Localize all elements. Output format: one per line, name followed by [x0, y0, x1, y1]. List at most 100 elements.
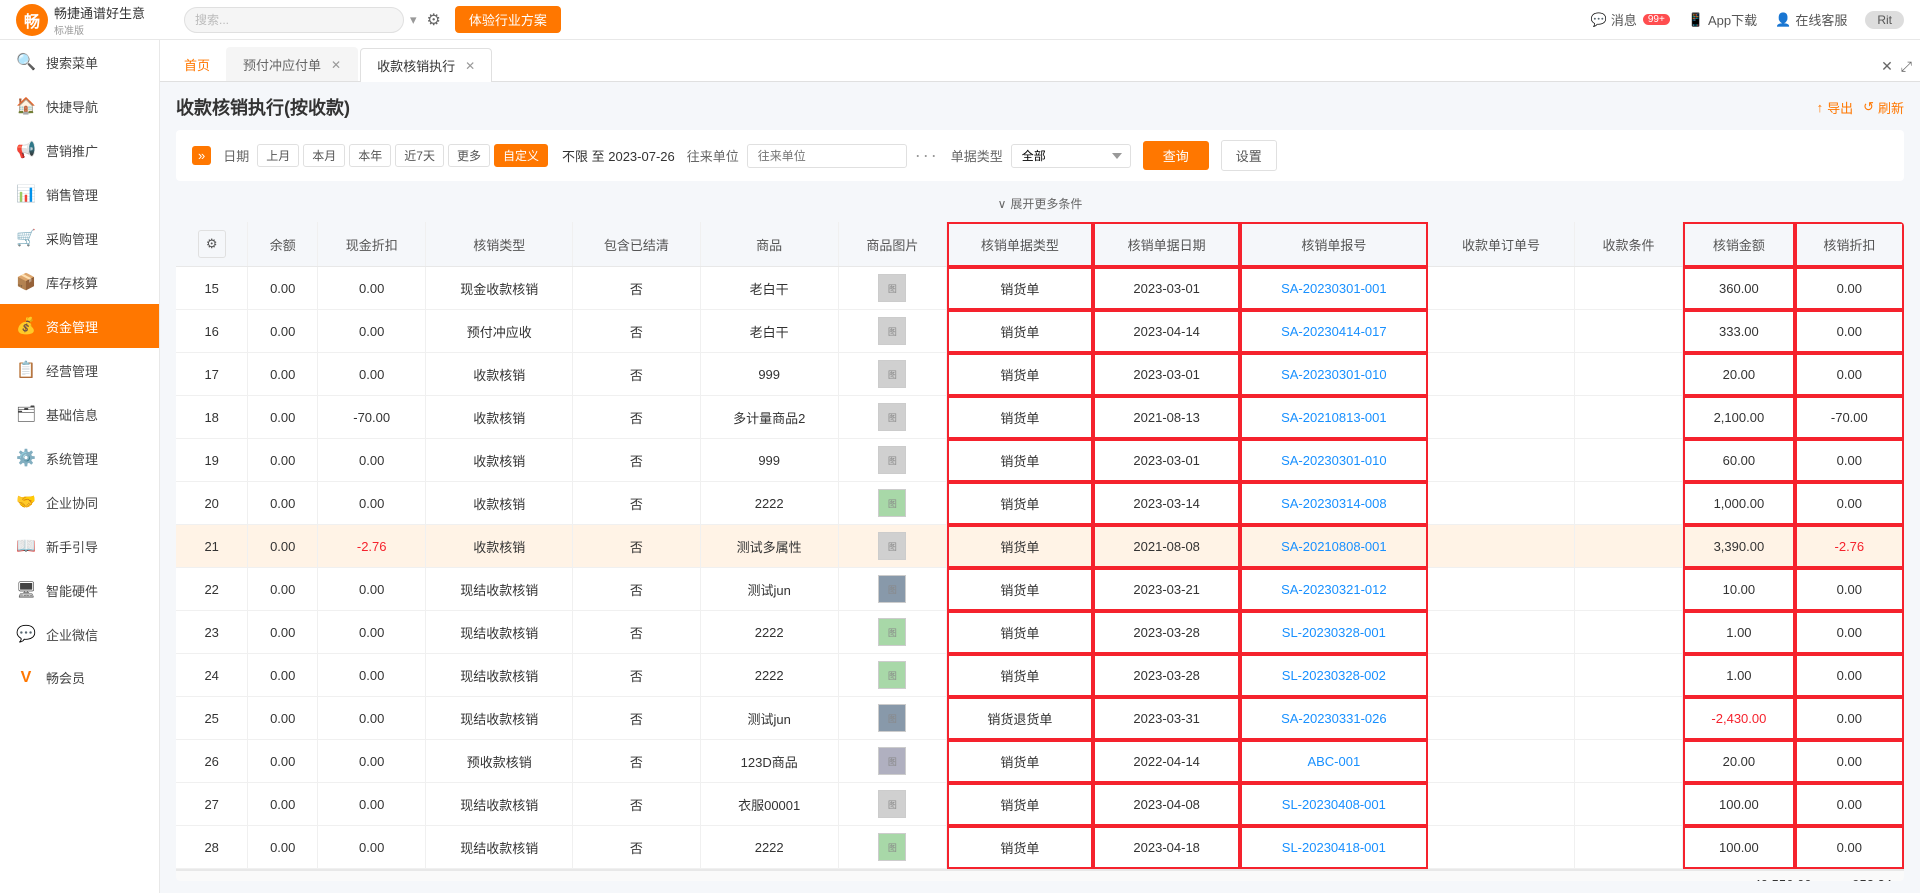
- cell-bill-date: 2023-03-28: [1093, 611, 1240, 654]
- tab-home[interactable]: 首页: [168, 47, 226, 81]
- settings-icon[interactable]: ⚙: [427, 10, 441, 30]
- sidebar-item-basic[interactable]: 🗂 基础信息: [0, 392, 159, 436]
- logo-icon: 畅: [16, 4, 48, 36]
- sidebar-item-purchase-label: 采购管理: [46, 229, 98, 248]
- cell-writeoff-type: 现结收款核销: [426, 783, 573, 826]
- bill-no-link[interactable]: SA-20230301-001: [1281, 281, 1387, 296]
- cell-included: 否: [573, 568, 701, 611]
- table-row: 15 0.00 0.00 现金收款核销 否 老白干 图 销货单 2023-03-…: [176, 267, 1904, 310]
- dropdown-arrow-icon[interactable]: ▾: [410, 12, 417, 28]
- cell-cash-discount: -2.76: [318, 525, 426, 568]
- sidebar-item-guide[interactable]: 📖 新手引导: [0, 524, 159, 568]
- close-window-icon[interactable]: ✕: [1881, 58, 1893, 75]
- filter-expand-icon[interactable]: »: [192, 146, 211, 165]
- bill-no-link[interactable]: SL-20230328-002: [1282, 668, 1386, 683]
- tab-writeoff-close-icon[interactable]: ✕: [465, 59, 475, 73]
- cell-cash-discount: 0.00: [318, 826, 426, 869]
- cell-goods-img: 图: [838, 439, 946, 482]
- tab-prepay-close-icon[interactable]: ✕: [331, 58, 341, 72]
- cell-id: 28: [176, 826, 248, 869]
- app-download-button[interactable]: 📱 App下载: [1688, 10, 1757, 29]
- sidebar-item-inventory[interactable]: 📦 库存核算: [0, 260, 159, 304]
- date-btn-this-month[interactable]: 本月: [303, 144, 345, 167]
- bill-no-link[interactable]: SL-20230408-001: [1282, 797, 1386, 812]
- cell-goods: 2222: [700, 654, 838, 697]
- cell-id: 20: [176, 482, 248, 525]
- set-button[interactable]: 设置: [1221, 140, 1277, 171]
- maximize-icon[interactable]: ⤢: [1901, 58, 1912, 75]
- cell-receipt-order: [1428, 697, 1575, 740]
- cell-id: 18: [176, 396, 248, 439]
- bill-no-link[interactable]: SA-20230331-026: [1281, 711, 1387, 726]
- sidebar-item-member[interactable]: V 畅会员: [0, 656, 159, 699]
- cell-included: 否: [573, 654, 701, 697]
- bill-no-link[interactable]: SA-20230314-008: [1281, 496, 1387, 511]
- sidebar-item-nav[interactable]: 🏠 快捷导航: [0, 84, 159, 128]
- sidebar-item-sales[interactable]: 📊 销售管理: [0, 172, 159, 216]
- sidebar-item-marketing[interactable]: 📢 营销推广: [0, 128, 159, 172]
- tab-prepay[interactable]: 预付冲应付单 ✕: [226, 47, 358, 81]
- online-service-button[interactable]: 👤 在线客服: [1775, 10, 1847, 29]
- export-button[interactable]: ↑ 导出: [1817, 98, 1854, 117]
- cell-included: 否: [573, 740, 701, 783]
- app-icon: 📱: [1688, 12, 1704, 28]
- expand-more-bar[interactable]: ∨ 展开更多条件: [176, 191, 1904, 216]
- cell-bill-type: 销货单: [947, 611, 1094, 654]
- sidebar-item-hardware[interactable]: 🖥 智能硬件: [0, 568, 159, 612]
- cell-goods: 老白干: [700, 267, 838, 310]
- bill-no-link[interactable]: SA-20210813-001: [1281, 410, 1387, 425]
- bill-no-link[interactable]: ABC-001: [1307, 754, 1360, 769]
- top-search-bar[interactable]: 搜索...: [184, 7, 404, 33]
- inventory-icon: 📦: [16, 272, 36, 292]
- sidebar-item-collab[interactable]: 🤝 企业协同: [0, 480, 159, 524]
- refresh-button[interactable]: ↺ 刷新: [1863, 98, 1904, 117]
- search-icon: 🔍: [16, 52, 36, 72]
- col-header-bill-no: 核销单报号: [1240, 222, 1428, 267]
- sidebar-item-system[interactable]: ⚙️ 系统管理: [0, 436, 159, 480]
- sidebar-item-wechat[interactable]: 💬 企业微信: [0, 612, 159, 656]
- bill-no-link[interactable]: SA-20230414-017: [1281, 324, 1387, 339]
- cell-bill-date: 2021-08-13: [1093, 396, 1240, 439]
- bill-no-link[interactable]: SL-20230418-001: [1282, 840, 1386, 855]
- finance-icon: 💰: [16, 316, 36, 336]
- unit-input[interactable]: [747, 144, 907, 168]
- query-button[interactable]: 查询: [1143, 141, 1209, 170]
- bill-type-select[interactable]: 全部 销货单 销货退货单: [1011, 144, 1131, 168]
- cell-writeoff-amount: 20.00: [1683, 740, 1796, 783]
- bill-no-link[interactable]: SA-20230321-012: [1281, 582, 1387, 597]
- col-header-writeoff-type: 核销类型: [426, 222, 573, 267]
- cell-balance: 0.00: [248, 654, 318, 697]
- cell-writeoff-type: 预付冲应收: [426, 310, 573, 353]
- cell-writeoff-discount: -70.00: [1795, 396, 1903, 439]
- date-btn-more[interactable]: 更多: [448, 144, 490, 167]
- solution-button[interactable]: 体验行业方案: [455, 6, 561, 33]
- operations-icon: 📋: [16, 360, 36, 380]
- date-btn-custom[interactable]: 自定义: [494, 144, 548, 167]
- cell-bill-type: 销货单: [947, 353, 1094, 396]
- cell-balance: 0.00: [248, 267, 318, 310]
- col-header-writeoff-amount: 核销金额: [1683, 222, 1796, 267]
- bill-no-link[interactable]: SA-20230301-010: [1281, 367, 1387, 382]
- tab-writeoff[interactable]: 收款核销执行 ✕: [360, 48, 492, 82]
- bill-no-link[interactable]: SL-20230328-001: [1282, 625, 1386, 640]
- bill-no-link[interactable]: SA-20210808-001: [1281, 539, 1387, 554]
- date-btn-7days[interactable]: 近7天: [395, 144, 444, 167]
- date-btn-last-month[interactable]: 上月: [257, 144, 299, 167]
- date-btn-this-year[interactable]: 本年: [349, 144, 391, 167]
- cell-goods: 多计量商品2: [700, 396, 838, 439]
- message-button[interactable]: 💬 消息 99+: [1591, 10, 1670, 29]
- cell-included: 否: [573, 783, 701, 826]
- user-avatar[interactable]: Rit: [1865, 11, 1904, 29]
- gear-settings-icon[interactable]: ⚙: [198, 230, 226, 258]
- cell-writeoff-discount: 0.00: [1795, 611, 1903, 654]
- cell-goods: 999: [700, 353, 838, 396]
- bill-no-link[interactable]: SA-20230301-010: [1281, 453, 1387, 468]
- sidebar-item-operations[interactable]: 📋 经营管理: [0, 348, 159, 392]
- cell-writeoff-amount: -2,430.00: [1683, 697, 1796, 740]
- cell-cash-discount: 0.00: [318, 568, 426, 611]
- cell-id: 19: [176, 439, 248, 482]
- sidebar-item-search[interactable]: 🔍 搜索菜单: [0, 40, 159, 84]
- sidebar-item-finance[interactable]: 💰 资金管理: [0, 304, 159, 348]
- table-row: 28 0.00 0.00 现结收款核销 否 2222 图 销货单 2023-04…: [176, 826, 1904, 869]
- sidebar-item-purchase[interactable]: 🛒 采购管理: [0, 216, 159, 260]
